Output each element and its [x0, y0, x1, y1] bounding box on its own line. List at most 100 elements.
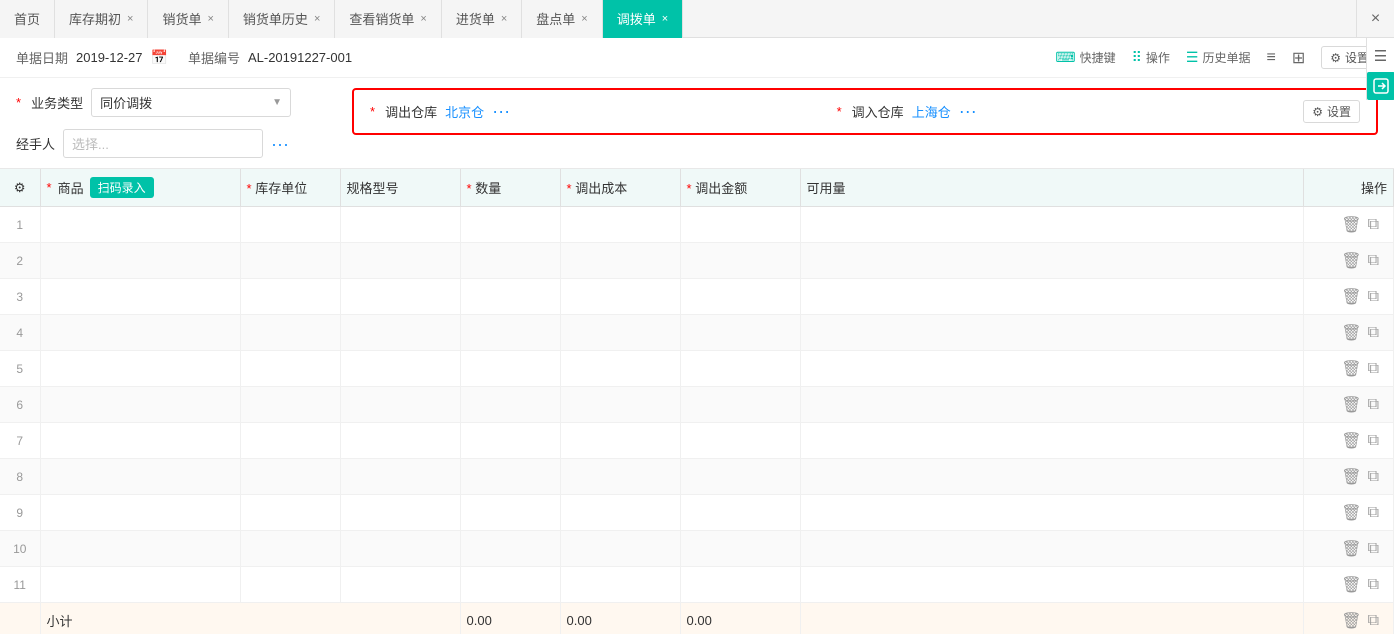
row-qty[interactable]: [460, 567, 560, 603]
row-unit[interactable]: [240, 279, 340, 315]
copy-icon[interactable]: ⧉: [1368, 576, 1379, 594]
row-cost[interactable]: [560, 423, 680, 459]
row-spec[interactable]: [340, 315, 460, 351]
row-cost[interactable]: [560, 495, 680, 531]
row-unit[interactable]: [240, 207, 340, 243]
view-toggle-list[interactable]: ≡: [1266, 49, 1275, 67]
row-qty[interactable]: [460, 315, 560, 351]
delete-icon[interactable]: 🗑: [1341, 431, 1361, 451]
warehouse-settings-button[interactable]: ⚙ 设置: [1303, 100, 1360, 123]
row-product[interactable]: [40, 279, 240, 315]
table-settings-gear-icon[interactable]: ⚙: [14, 180, 26, 195]
row-amount[interactable]: [680, 243, 800, 279]
scan-input-button[interactable]: 扫码录入: [90, 177, 154, 198]
tab-inventory-init-close[interactable]: ×: [127, 13, 133, 25]
row-unit[interactable]: [240, 243, 340, 279]
row-qty[interactable]: [460, 279, 560, 315]
row-available[interactable]: [800, 459, 1304, 495]
copy-icon[interactable]: ⧉: [1368, 504, 1379, 522]
subtotal-delete-icon[interactable]: 🗑: [1341, 611, 1361, 631]
row-amount[interactable]: [680, 567, 800, 603]
row-qty[interactable]: [460, 531, 560, 567]
tab-sales-history[interactable]: 销货单历史 ×: [229, 0, 335, 38]
row-available[interactable]: [800, 531, 1304, 567]
row-product[interactable]: [40, 207, 240, 243]
row-spec[interactable]: [340, 243, 460, 279]
row-cost[interactable]: [560, 243, 680, 279]
row-product[interactable]: [40, 315, 240, 351]
row-available[interactable]: [800, 351, 1304, 387]
copy-icon[interactable]: ⧉: [1368, 540, 1379, 558]
row-qty[interactable]: [460, 243, 560, 279]
row-spec[interactable]: [340, 567, 460, 603]
side-list-icon[interactable]: ☰: [1367, 42, 1394, 70]
row-qty[interactable]: [460, 207, 560, 243]
delete-icon[interactable]: 🗑: [1341, 215, 1361, 235]
row-spec[interactable]: [340, 423, 460, 459]
tab-inventory-init[interactable]: 库存期初 ×: [55, 0, 148, 38]
row-amount[interactable]: [680, 279, 800, 315]
row-cost[interactable]: [560, 315, 680, 351]
row-amount[interactable]: [680, 351, 800, 387]
history-action[interactable]: ☰ 历史单据: [1186, 49, 1251, 66]
row-available[interactable]: [800, 387, 1304, 423]
row-unit[interactable]: [240, 315, 340, 351]
row-product[interactable]: [40, 567, 240, 603]
tab-view-sales[interactable]: 查看销货单 ×: [335, 0, 441, 38]
row-product[interactable]: [40, 243, 240, 279]
row-spec[interactable]: [340, 279, 460, 315]
side-expand-icon[interactable]: [1367, 72, 1394, 100]
row-amount[interactable]: [680, 495, 800, 531]
delete-icon[interactable]: 🗑: [1341, 359, 1361, 379]
business-type-select[interactable]: 同价调拨 ▼: [91, 88, 291, 117]
row-available[interactable]: [800, 243, 1304, 279]
row-product[interactable]: [40, 495, 240, 531]
tab-stocktake[interactable]: 盘点单 ×: [522, 0, 602, 38]
row-spec[interactable]: [340, 531, 460, 567]
row-qty[interactable]: [460, 423, 560, 459]
row-spec[interactable]: [340, 459, 460, 495]
row-available[interactable]: [800, 207, 1304, 243]
row-amount[interactable]: [680, 423, 800, 459]
row-unit[interactable]: [240, 423, 340, 459]
row-available[interactable]: [800, 315, 1304, 351]
row-product[interactable]: [40, 459, 240, 495]
copy-icon[interactable]: ⧉: [1368, 216, 1379, 234]
copy-icon[interactable]: ⧉: [1368, 288, 1379, 306]
row-spec[interactable]: [340, 495, 460, 531]
row-amount[interactable]: [680, 315, 800, 351]
operation-action[interactable]: ⠿ 操作: [1132, 49, 1170, 66]
tab-stocktake-close[interactable]: ×: [581, 13, 587, 25]
tab-view-sales-close[interactable]: ×: [420, 13, 426, 25]
row-qty[interactable]: [460, 495, 560, 531]
row-available[interactable]: [800, 279, 1304, 315]
delete-icon[interactable]: 🗑: [1341, 467, 1361, 487]
window-close-button[interactable]: ×: [1356, 0, 1394, 38]
calendar-icon[interactable]: 📅: [151, 49, 168, 66]
delete-icon[interactable]: 🗑: [1341, 287, 1361, 307]
row-amount[interactable]: [680, 207, 800, 243]
subtotal-copy-icon[interactable]: ⧉: [1368, 612, 1379, 630]
delete-icon[interactable]: 🗑: [1341, 539, 1361, 559]
row-spec[interactable]: [340, 351, 460, 387]
tab-home[interactable]: 首页: [0, 0, 55, 38]
row-amount[interactable]: [680, 531, 800, 567]
tab-transfer-close[interactable]: ×: [662, 13, 668, 25]
tab-sales-order[interactable]: 销货单 ×: [148, 0, 228, 38]
row-unit[interactable]: [240, 567, 340, 603]
col-gear[interactable]: ⚙: [0, 169, 40, 207]
row-cost[interactable]: [560, 567, 680, 603]
tab-purchase[interactable]: 进货单 ×: [442, 0, 522, 38]
row-unit[interactable]: [240, 495, 340, 531]
warehouse-in-more-icon[interactable]: ···: [959, 101, 977, 122]
row-cost[interactable]: [560, 531, 680, 567]
delete-icon[interactable]: 🗑: [1341, 395, 1361, 415]
copy-icon[interactable]: ⧉: [1368, 360, 1379, 378]
row-product[interactable]: [40, 531, 240, 567]
row-unit[interactable]: [240, 387, 340, 423]
row-cost[interactable]: [560, 351, 680, 387]
delete-icon[interactable]: 🗑: [1341, 503, 1361, 523]
view-toggle-grid[interactable]: ⊞: [1292, 48, 1305, 68]
row-qty[interactable]: [460, 459, 560, 495]
row-unit[interactable]: [240, 459, 340, 495]
